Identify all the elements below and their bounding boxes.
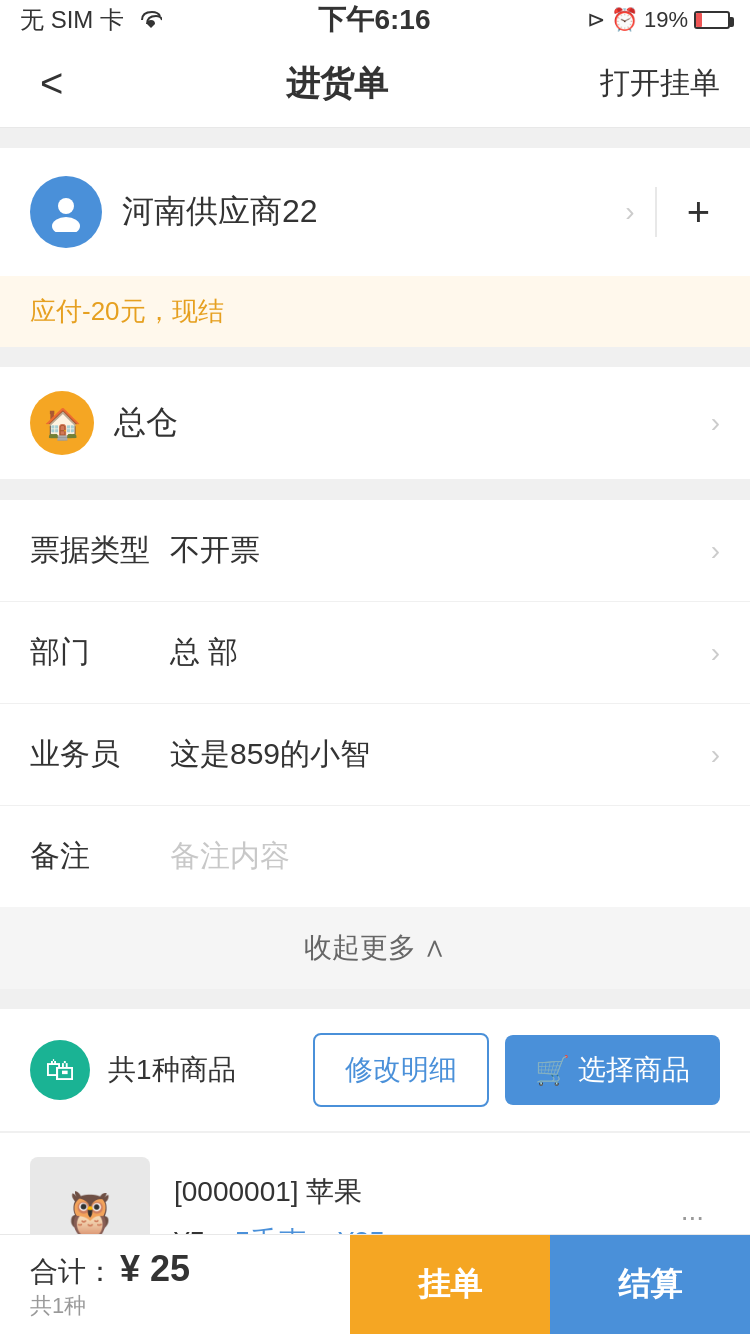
remark-label: 备注 (30, 836, 160, 877)
supplier-avatar (30, 176, 102, 248)
department-value: 总 部 (170, 632, 701, 673)
supplier-section: 河南供应商22 › + 应付-20元，现结 (0, 148, 750, 347)
signal-text: 无 SIM 卡 (20, 4, 124, 36)
salesperson-label: 业务员 (30, 734, 160, 775)
info-text: 应付-20元，现结 (30, 296, 224, 326)
divider-3 (0, 479, 750, 499)
invoice-type-row[interactable]: 票据类型 不开票 › (0, 499, 750, 601)
location-icon: ⊳ (587, 7, 605, 33)
bottom-bar: 合计： ¥ 25 共1种 挂单 结算 (0, 1234, 750, 1334)
invoice-type-value: 不开票 (170, 530, 701, 571)
total-amount: ¥ 25 (120, 1248, 190, 1290)
checkout-button[interactable]: 结算 (550, 1235, 750, 1334)
warehouse-icon: 🏠 (44, 406, 81, 441)
warehouse-row[interactable]: 🏠 总仓 › (0, 367, 750, 479)
battery-icon (694, 11, 730, 29)
add-supplier-button[interactable]: + (677, 180, 720, 245)
warehouse-section: 🏠 总仓 › (0, 367, 750, 479)
department-chevron-icon: › (711, 637, 720, 669)
divider-4 (0, 989, 750, 1009)
invoice-type-chevron-icon: › (711, 535, 720, 567)
department-label: 部门 (30, 632, 160, 673)
collapse-row[interactable]: 收起更多 ∧ (0, 907, 750, 989)
total-count: 共1种 (30, 1291, 320, 1321)
product-count-icon-wrap: 🛍 (30, 1040, 90, 1100)
salesperson-value: 这是859的小智 (170, 734, 701, 775)
status-right: ⊳ ⏰ 19% (587, 7, 730, 33)
supplier-row[interactable]: 河南供应商22 › + (0, 148, 750, 276)
product-title: 苹果 (306, 1176, 362, 1207)
open-pending-button[interactable]: 打开挂单 (600, 63, 720, 104)
select-product-label: 选择商品 (578, 1051, 690, 1089)
alarm-icon: ⏰ (611, 7, 638, 33)
product-header: 🛍 共1种商品 修改明细 🛒 选择商品 (0, 1009, 750, 1131)
nav-bar: < 进货单 打开挂单 (0, 40, 750, 128)
total-section: 合计： ¥ 25 共1种 (0, 1235, 350, 1334)
remark-input[interactable]: 备注内容 (170, 836, 720, 877)
department-row[interactable]: 部门 总 部 › (0, 601, 750, 703)
battery-text: 19% (644, 7, 688, 33)
total-label: 合计： (30, 1253, 114, 1291)
edit-detail-button[interactable]: 修改明细 (313, 1033, 489, 1107)
svg-point-0 (58, 198, 74, 214)
product-code: [0000001] (174, 1176, 299, 1207)
page-title: 进货单 (286, 61, 388, 107)
cart-icon: 🛒 (535, 1054, 570, 1087)
wifi-icon (132, 6, 162, 34)
form-section: 票据类型 不开票 › 部门 总 部 › 业务员 这是859的小智 › 备注 备注… (0, 499, 750, 907)
divider-2 (0, 347, 750, 367)
select-product-button[interactable]: 🛒 选择商品 (505, 1035, 720, 1105)
svg-point-1 (52, 217, 80, 232)
checkout-label: 结算 (618, 1263, 682, 1307)
pending-button[interactable]: 挂单 (350, 1235, 550, 1334)
info-banner: 应付-20元，现结 (0, 276, 750, 347)
back-button[interactable]: < (30, 51, 73, 116)
status-left: 无 SIM 卡 (20, 4, 162, 36)
remark-row[interactable]: 备注 备注内容 (0, 805, 750, 907)
collapse-label: 收起更多 ∧ (304, 932, 447, 963)
warehouse-name: 总仓 (114, 401, 701, 445)
pending-label: 挂单 (418, 1263, 482, 1307)
product-bag-icon: 🛍 (45, 1053, 75, 1087)
invoice-type-label: 票据类型 (30, 530, 160, 571)
warehouse-icon-wrap: 🏠 (30, 391, 94, 455)
salesperson-row[interactable]: 业务员 这是859的小智 › (0, 703, 750, 805)
product-count-text: 共1种商品 (108, 1051, 313, 1089)
status-time: 下午6:16 (318, 1, 430, 39)
supplier-divider (655, 187, 657, 237)
supplier-chevron-icon: › (625, 196, 634, 228)
status-bar: 无 SIM 卡 下午6:16 ⊳ ⏰ 19% (0, 0, 750, 40)
supplier-name: 河南供应商22 (122, 190, 615, 234)
warehouse-chevron-icon: › (711, 407, 720, 439)
salesperson-chevron-icon: › (711, 739, 720, 771)
product-name: [0000001] 苹果 (174, 1173, 665, 1211)
divider-1 (0, 128, 750, 148)
